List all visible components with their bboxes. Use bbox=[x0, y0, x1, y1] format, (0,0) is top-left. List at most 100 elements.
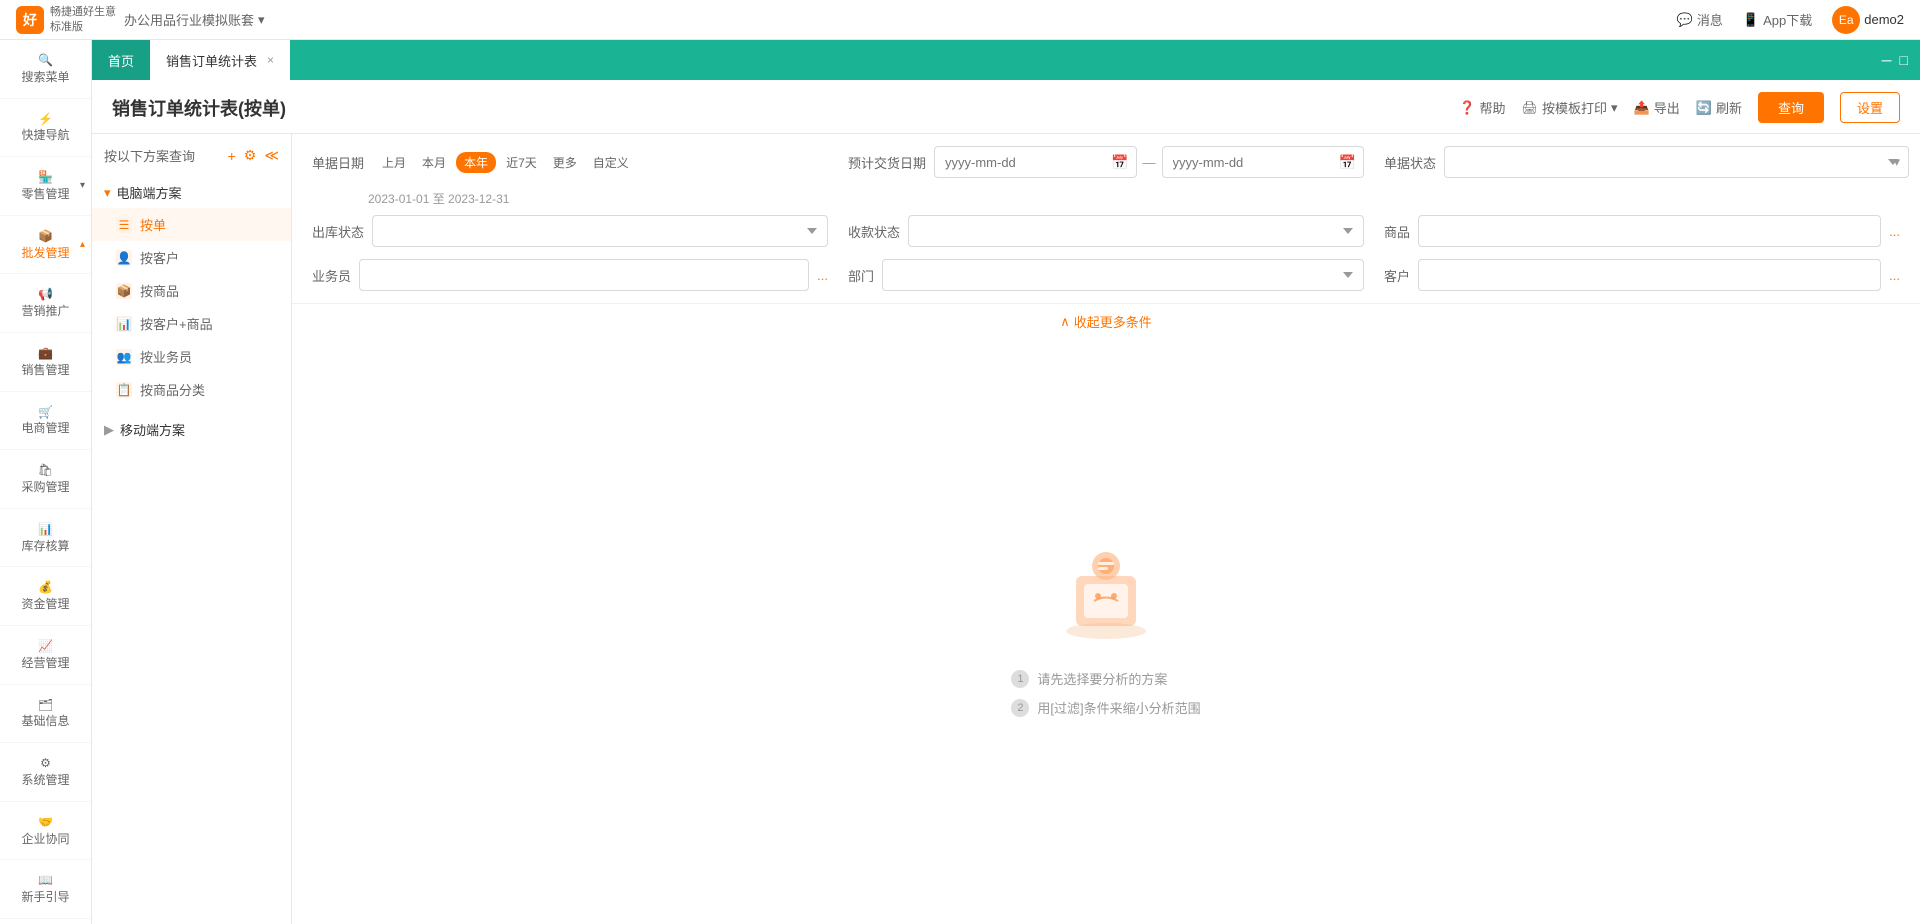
sidebar-item-finance[interactable]: 💰 资金管理 bbox=[0, 567, 91, 626]
maximize-icon[interactable]: □ bbox=[1900, 52, 1908, 68]
sidebar-item-enterprise[interactable]: 🤝 企业协同 bbox=[0, 802, 91, 861]
finance-icon: 💰 bbox=[38, 579, 53, 596]
sidebar-item-basic[interactable]: 🗂 基础信息 bbox=[0, 685, 91, 744]
tab-close-icon[interactable]: × bbox=[267, 53, 274, 67]
by-goods-icon: 📦 bbox=[116, 283, 132, 299]
scheme-settings-button[interactable]: ⚙ bbox=[244, 147, 257, 164]
chevron-right-icon: ▾ bbox=[80, 179, 85, 193]
salesman-more-btn[interactable]: ... bbox=[817, 268, 828, 283]
date-more-btn[interactable]: 更多 bbox=[547, 152, 583, 173]
scheme-item-by-customer[interactable]: 👤 按客户 bbox=[92, 241, 291, 274]
top-bar: 好 畅捷通好生意 标准版 办公用品行业模拟账套 ▾ 💬 消息 📱 App下载 E… bbox=[0, 0, 1920, 40]
top-bar-right: 💬 消息 📱 App下载 Ea demo2 bbox=[1677, 6, 1904, 34]
filter-goods: 商品 ... bbox=[1384, 215, 1900, 247]
filter-ship-status: 出库状态 bbox=[312, 215, 828, 247]
goods-label: 商品 bbox=[1384, 222, 1410, 241]
payment-status-label: 收款状态 bbox=[848, 222, 900, 241]
tip-2-num: 2 bbox=[1011, 699, 1029, 717]
help-button[interactable]: ❓ 帮助 bbox=[1459, 98, 1505, 117]
tab-active[interactable]: 销售订单统计表 × bbox=[150, 40, 290, 80]
department-select[interactable] bbox=[882, 259, 1364, 291]
sidebar-search[interactable]: 🔍 搜索菜单 bbox=[0, 40, 91, 99]
avatar: Ea bbox=[1832, 6, 1860, 34]
date-custom-btn[interactable]: 自定义 bbox=[587, 152, 635, 173]
main-layout: 🔍 搜索菜单 ⚡ 快捷导航 🏪 零售管理 ▾ 📦 批发管理 ▴ 📢 营销推广 💼… bbox=[0, 40, 1920, 924]
single-status-select[interactable] bbox=[1444, 146, 1909, 178]
ecommerce-icon: 🛒 bbox=[38, 404, 53, 421]
calendar-to-icon[interactable]: 📅 bbox=[1339, 154, 1356, 171]
date-separator: — bbox=[1143, 155, 1156, 170]
customer-input[interactable] bbox=[1418, 259, 1881, 291]
payment-status-select[interactable] bbox=[908, 215, 1364, 247]
add-scheme-button[interactable]: + bbox=[228, 148, 236, 164]
page-wrapper: 销售订单统计表(按单) ❓ 帮助 🖨 按模板打印 ▾ 📤 导出 bbox=[92, 80, 1920, 924]
main-content: 按以下方案查询 + ⚙ ≪ ▾ 电脑端方案 ☰ 按单 bbox=[92, 134, 1920, 924]
scheme-item-by-salesman[interactable]: 👥 按业务员 bbox=[92, 340, 291, 373]
goods-more-btn[interactable]: ... bbox=[1889, 224, 1900, 239]
expected-date-to-wrapper: 📅 bbox=[1162, 146, 1365, 178]
message-action[interactable]: 💬 消息 bbox=[1677, 10, 1723, 29]
scheme-item-by-category[interactable]: 📋 按商品分类 bbox=[92, 373, 291, 406]
tab-home[interactable]: 首页 bbox=[92, 40, 150, 80]
template-print-button[interactable]: 🖨 按模板打印 ▾ bbox=[1522, 98, 1618, 117]
guide-icon: 📖 bbox=[38, 872, 53, 889]
goods-input[interactable] bbox=[1418, 215, 1881, 247]
content-area: 首页 销售订单统计表 × ─ □ 销售订单统计表(按单) ❓ 帮助 bbox=[92, 40, 1920, 924]
by-category-icon: 📋 bbox=[116, 382, 132, 398]
company-selector[interactable]: 办公用品行业模拟账套 ▾ bbox=[124, 10, 265, 29]
sidebar-item-retail[interactable]: 🏪 零售管理 ▾ bbox=[0, 157, 91, 216]
sidebar-item-quick-nav[interactable]: ⚡ 快捷导航 bbox=[0, 99, 91, 158]
scheme-collapse-button[interactable]: ≪ bbox=[264, 147, 279, 164]
sidebar-item-appstore[interactable]: 🔲 应用中心 bbox=[0, 919, 91, 924]
query-button[interactable]: 查询 bbox=[1758, 92, 1824, 123]
date-current-year-btn[interactable]: 本年 bbox=[456, 152, 496, 173]
expected-date-from-input[interactable] bbox=[934, 146, 1137, 178]
sidebar-item-ecommerce[interactable]: 🛒 电商管理 bbox=[0, 392, 91, 451]
date-this-month-btn[interactable]: 本月 bbox=[416, 152, 452, 173]
date-last-month-btn[interactable]: 上月 bbox=[376, 152, 412, 173]
help-icon: ❓ bbox=[1459, 100, 1475, 116]
customer-more-btn[interactable]: ... bbox=[1889, 268, 1900, 283]
filter-area: 单据日期 上月 本月 本年 近7天 更多 自定义 bbox=[292, 134, 1920, 924]
empty-tips: 1 请先选择要分析的方案 2 用[过滤]条件来缩小分析范围 bbox=[1011, 669, 1200, 717]
sidebar-item-operation[interactable]: 📈 经营管理 bbox=[0, 626, 91, 685]
sidebar-item-sales[interactable]: 💼 销售管理 bbox=[0, 333, 91, 392]
expected-date-from-wrapper: 📅 bbox=[934, 146, 1137, 178]
ship-status-select[interactable] bbox=[372, 215, 828, 247]
ship-status-label: 出库状态 bbox=[312, 222, 364, 241]
sidebar-item-guide[interactable]: 📖 新手引导 bbox=[0, 860, 91, 919]
scheme-item-by-goods[interactable]: 📦 按商品 bbox=[92, 274, 291, 307]
scheme-pc-section: ▾ 电脑端方案 ☰ 按单 👤 按客户 📦 按 bbox=[92, 173, 291, 410]
expected-date-range: 📅 — 📅 bbox=[934, 146, 1364, 178]
scheme-item-by-cust-goods[interactable]: 📊 按客户+商品 bbox=[92, 307, 291, 340]
minimize-icon[interactable]: ─ bbox=[1882, 52, 1892, 68]
scheme-item-by-order[interactable]: ☰ 按单 bbox=[92, 208, 291, 241]
sidebar-item-inventory[interactable]: 📊 库存核算 bbox=[0, 509, 91, 568]
scheme-pc-title[interactable]: ▾ 电脑端方案 bbox=[92, 177, 291, 208]
logo-icon: 好 bbox=[16, 6, 44, 34]
logo-area: 好 畅捷通好生意 标准版 bbox=[16, 5, 116, 34]
enterprise-icon: 🤝 bbox=[38, 814, 53, 831]
sidebar-item-marketing[interactable]: 📢 营销推广 bbox=[0, 274, 91, 333]
collapse-icon: ∧ bbox=[1060, 314, 1070, 330]
settings-button[interactable]: 设置 bbox=[1840, 92, 1900, 123]
app-download-action[interactable]: 📱 App下载 bbox=[1743, 10, 1812, 29]
quick-nav-icon: ⚡ bbox=[38, 111, 53, 128]
collapse-bar[interactable]: ∧ 收起更多条件 bbox=[292, 303, 1920, 339]
nav-tab-controls: ─ □ bbox=[1882, 52, 1920, 68]
refresh-button[interactable]: 🔄 刷新 bbox=[1696, 98, 1742, 117]
chevron-down-icon-wholesale: ▴ bbox=[80, 238, 85, 252]
sidebar-item-wholesale[interactable]: 📦 批发管理 ▴ bbox=[0, 216, 91, 275]
sidebar-item-system[interactable]: ⚙ 系统管理 bbox=[0, 743, 91, 802]
calendar-from-icon[interactable]: 📅 bbox=[1111, 154, 1128, 171]
expected-date-to-input[interactable] bbox=[1162, 146, 1365, 178]
salesman-input[interactable] bbox=[359, 259, 809, 291]
by-order-icon: ☰ bbox=[116, 217, 132, 233]
nav-tabs: 首页 销售订单统计表 × ─ □ bbox=[92, 40, 1920, 80]
page-header: 销售订单统计表(按单) ❓ 帮助 🖨 按模板打印 ▾ 📤 导出 bbox=[92, 80, 1920, 134]
export-button[interactable]: 📤 导出 bbox=[1634, 98, 1680, 117]
sidebar-item-purchase[interactable]: 🛍 采购管理 bbox=[0, 450, 91, 509]
user-info[interactable]: Ea demo2 bbox=[1832, 6, 1904, 34]
date-last-7-btn[interactable]: 近7天 bbox=[500, 152, 543, 173]
scheme-mobile-title[interactable]: ▶ 移动端方案 bbox=[92, 414, 291, 445]
